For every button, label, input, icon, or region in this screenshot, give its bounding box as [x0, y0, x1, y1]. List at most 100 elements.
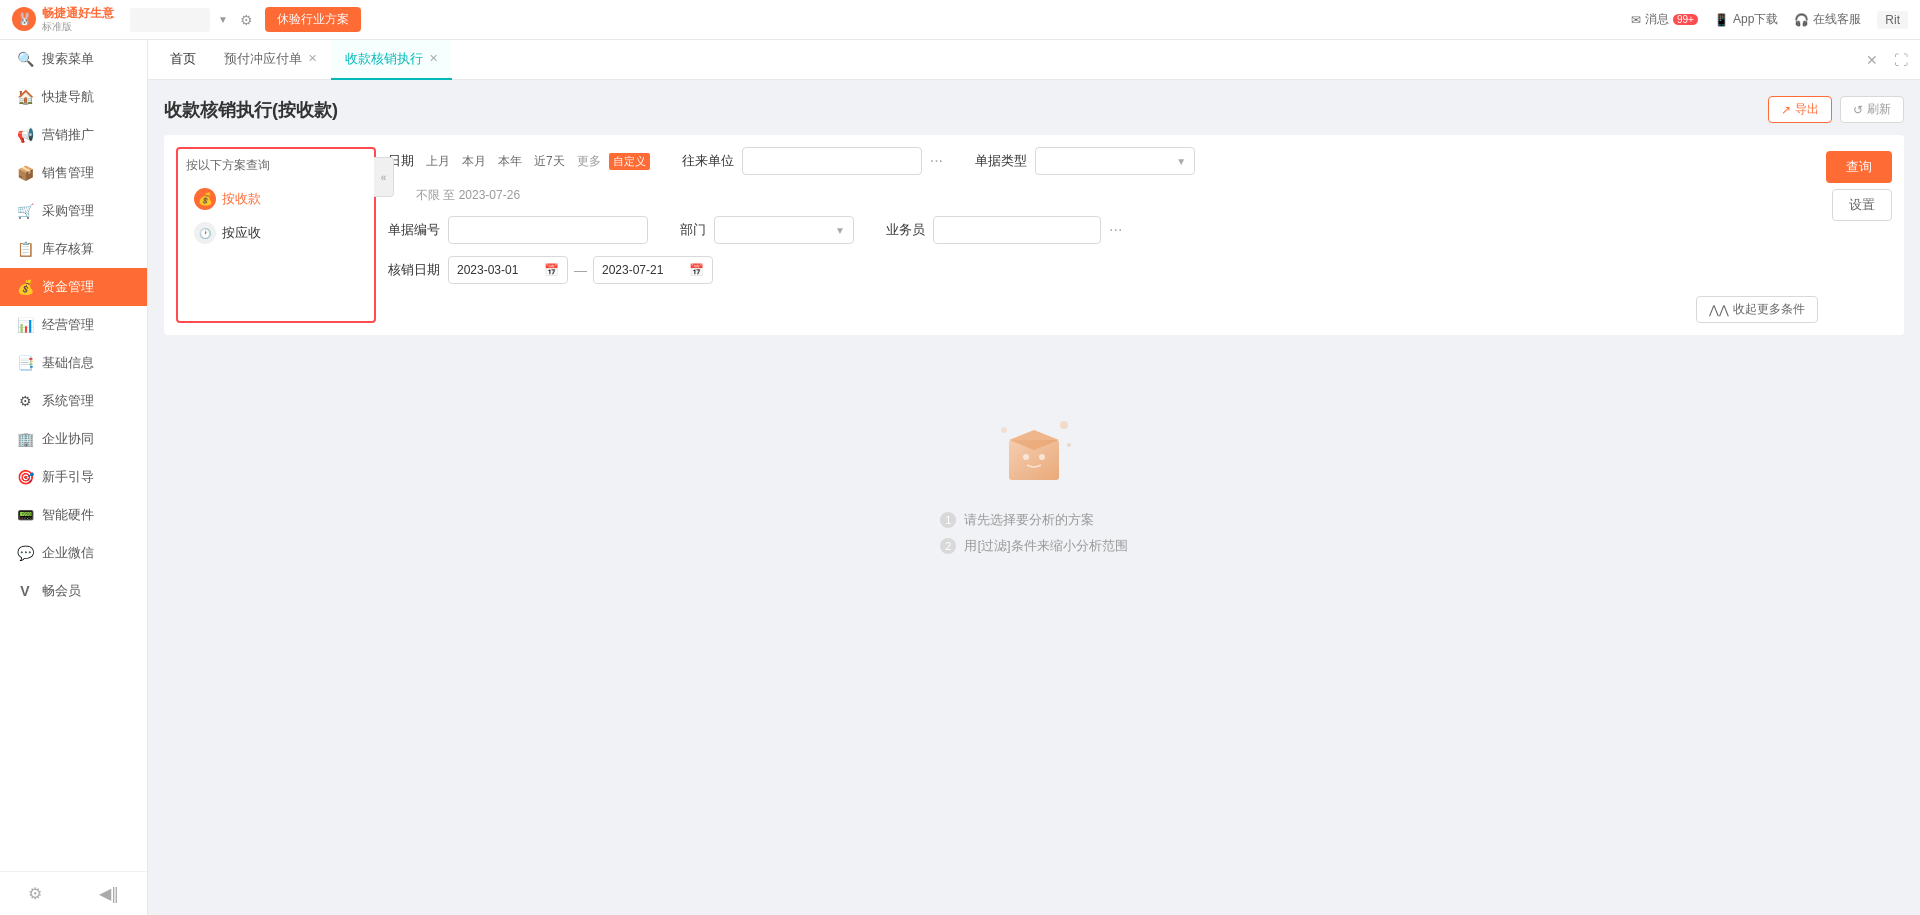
- department-select[interactable]: ▼: [714, 216, 854, 244]
- doc-number-label: 单据编号: [388, 221, 440, 239]
- date-this-year[interactable]: 本年: [494, 151, 526, 172]
- sidebar-item-sales[interactable]: 📦 销售管理: [0, 154, 147, 192]
- counterparty-more-icon[interactable]: ···: [930, 152, 943, 170]
- sidebar-item-purchase[interactable]: 🛒 采购管理: [0, 192, 147, 230]
- sidebar-item-marketing[interactable]: 📢 营销推广: [0, 116, 147, 154]
- messages-btn[interactable]: ✉ 消息 99+: [1631, 11, 1698, 28]
- sidebar-item-basic-info[interactable]: 📑 基础信息: [0, 344, 147, 382]
- messages-badge: 99+: [1673, 14, 1698, 25]
- top-bar: 🐰 畅捷通好生意 标准版 ▼ ⚙ 休验行业方案 ✉ 消息 99+ 📱 App下载…: [0, 0, 1920, 40]
- app-version: 标准版: [42, 21, 114, 33]
- filter-option-collection[interactable]: 💰 按收款: [186, 182, 366, 216]
- verify-date-label: 核销日期: [388, 261, 440, 279]
- refresh-btn[interactable]: ↺ 刷新: [1840, 96, 1904, 123]
- sidebar-item-inventory[interactable]: 📋 库存核算: [0, 230, 147, 268]
- date-more[interactable]: 更多: [573, 151, 605, 172]
- collapse-left-icon: «: [381, 172, 387, 183]
- tab-collection-label: 收款核销执行: [345, 50, 423, 68]
- counterparty-input[interactable]: [742, 147, 922, 175]
- sidebar-item-hardware[interactable]: 📟 智能硬件: [0, 496, 147, 534]
- salesperson-field: 业务员 ···: [886, 216, 1122, 244]
- tab-close-all-icon[interactable]: ✕: [1862, 48, 1882, 72]
- finance-icon: 💰: [16, 279, 34, 295]
- sidebar-label-search: 搜索菜单: [42, 50, 94, 68]
- app-download-label: App下载: [1733, 11, 1778, 28]
- filter-collapse-btn[interactable]: «: [374, 157, 394, 197]
- sidebar-label-purchase: 采购管理: [42, 202, 94, 220]
- sidebar-item-operation[interactable]: 📊 经营管理: [0, 306, 147, 344]
- verify-date-end-input[interactable]: 2023-07-21 📅: [593, 256, 713, 284]
- tab-bar: 首页 预付冲应付单 ✕ 收款核销执行 ✕ ✕ ⛶: [148, 40, 1920, 80]
- user-name[interactable]: Rit: [1877, 11, 1908, 29]
- filter-option-receivable[interactable]: 🕐 按应收: [186, 216, 366, 250]
- receivable-option-label: 按应收: [222, 224, 261, 242]
- home-icon: 🏠: [16, 89, 34, 105]
- page-header: 收款核销执行(按收款) ↗ 导出 ↺ 刷新: [164, 96, 1904, 123]
- verify-date-start-input[interactable]: 2023-03-01 📅: [448, 256, 568, 284]
- basic-info-icon: 📑: [16, 355, 34, 371]
- inventory-icon: 📋: [16, 241, 34, 257]
- system-icon: ⚙: [16, 393, 34, 409]
- date-7days[interactable]: 近7天: [530, 151, 569, 172]
- settings-icon[interactable]: ⚙: [240, 12, 253, 28]
- tab-collection-close[interactable]: ✕: [429, 53, 438, 64]
- industry-btn[interactable]: 休验行业方案: [265, 7, 361, 32]
- salesperson-more-icon[interactable]: ···: [1109, 221, 1122, 239]
- export-icon: ↗: [1781, 103, 1791, 117]
- filter-row-date: 日期 上月 本月 本年 近7天 更多 自定义: [388, 147, 1818, 175]
- sidebar-bottom: ⚙ ◀‖: [0, 871, 147, 915]
- sidebar-item-quick-nav[interactable]: 🏠 快捷导航: [0, 78, 147, 116]
- date-last-month[interactable]: 上月: [422, 151, 454, 172]
- filter-left-panel: 按以下方案查询 💰 按收款 🕐 按应收 «: [176, 147, 376, 323]
- filter-container: 按以下方案查询 💰 按收款 🕐 按应收 «: [164, 135, 1904, 335]
- sidebar-item-system[interactable]: ⚙ 系统管理: [0, 382, 147, 420]
- sidebar-item-search[interactable]: 🔍 搜索菜单: [0, 40, 147, 78]
- sidebar-label-sales: 销售管理: [42, 164, 94, 182]
- query-btn[interactable]: 查询: [1826, 151, 1892, 183]
- search-icon: 🔍: [16, 51, 34, 67]
- date-value-display: 不限 至 2023-07-26: [388, 187, 1818, 204]
- department-field: 部门 ▼: [680, 216, 854, 244]
- date-custom-badge[interactable]: 自定义: [609, 153, 650, 170]
- svg-point-1: [1023, 454, 1029, 460]
- date-this-month[interactable]: 本月: [458, 151, 490, 172]
- doc-type-label: 单据类型: [975, 152, 1027, 170]
- message-icon: ✉: [1631, 13, 1641, 27]
- bottom-settings-icon[interactable]: ⚙: [20, 880, 50, 907]
- collapse-more-btn[interactable]: ⋀⋀ 收起更多条件: [1696, 296, 1818, 323]
- top-bar-right: ✉ 消息 99+ 📱 App下载 🎧 在线客服 Rit: [1631, 11, 1908, 29]
- account-info[interactable]: [130, 8, 210, 32]
- sidebar-item-enterprise[interactable]: 🏢 企业协同: [0, 420, 147, 458]
- export-btn[interactable]: ↗ 导出: [1768, 96, 1832, 123]
- export-label: 导出: [1795, 101, 1819, 118]
- tab-expand-icon[interactable]: ⛶: [1890, 48, 1912, 72]
- operation-icon: 📊: [16, 317, 34, 333]
- refresh-icon: ↺: [1853, 103, 1863, 117]
- sidebar-item-wechat[interactable]: 💬 企业微信: [0, 534, 147, 572]
- sidebar-label-member: 畅会员: [42, 582, 81, 600]
- online-service-btn[interactable]: 🎧 在线客服: [1794, 11, 1861, 28]
- sidebar-item-finance[interactable]: 💰 资金管理: [0, 268, 147, 306]
- tab-collection[interactable]: 收款核销执行 ✕: [331, 40, 452, 80]
- empty-illustration: [984, 395, 1084, 495]
- filter-settings-btn[interactable]: 设置: [1832, 189, 1892, 221]
- app-download-btn[interactable]: 📱 App下载: [1714, 11, 1778, 28]
- department-label: 部门: [680, 221, 706, 239]
- dropdown-arrow-icon[interactable]: ▼: [218, 14, 228, 25]
- doc-number-input[interactable]: [448, 216, 648, 244]
- salesperson-input[interactable]: [933, 216, 1101, 244]
- receivable-option-icon: 🕐: [194, 222, 216, 244]
- app-name: 畅捷通好生意: [42, 6, 114, 20]
- app-logo: 🐰: [12, 7, 36, 31]
- messages-label: 消息: [1645, 11, 1669, 28]
- counterparty-label: 往来单位: [682, 152, 734, 170]
- sidebar-item-member[interactable]: V 畅会员: [0, 572, 147, 610]
- tab-home[interactable]: 首页: [156, 40, 210, 80]
- bottom-collapse-icon[interactable]: ◀‖: [91, 880, 127, 907]
- doc-type-select[interactable]: ▼: [1035, 147, 1195, 175]
- tab-prepay-close[interactable]: ✕: [308, 53, 317, 64]
- verify-date-end-value: 2023-07-21: [602, 263, 663, 277]
- sidebar-item-guide[interactable]: 🎯 新手引导: [0, 458, 147, 496]
- tab-prepay[interactable]: 预付冲应付单 ✕: [210, 40, 331, 80]
- sidebar: 🔍 搜索菜单 🏠 快捷导航 📢 营销推广 📦 销售管理 🛒 采购管理 📋 库存核…: [0, 40, 148, 915]
